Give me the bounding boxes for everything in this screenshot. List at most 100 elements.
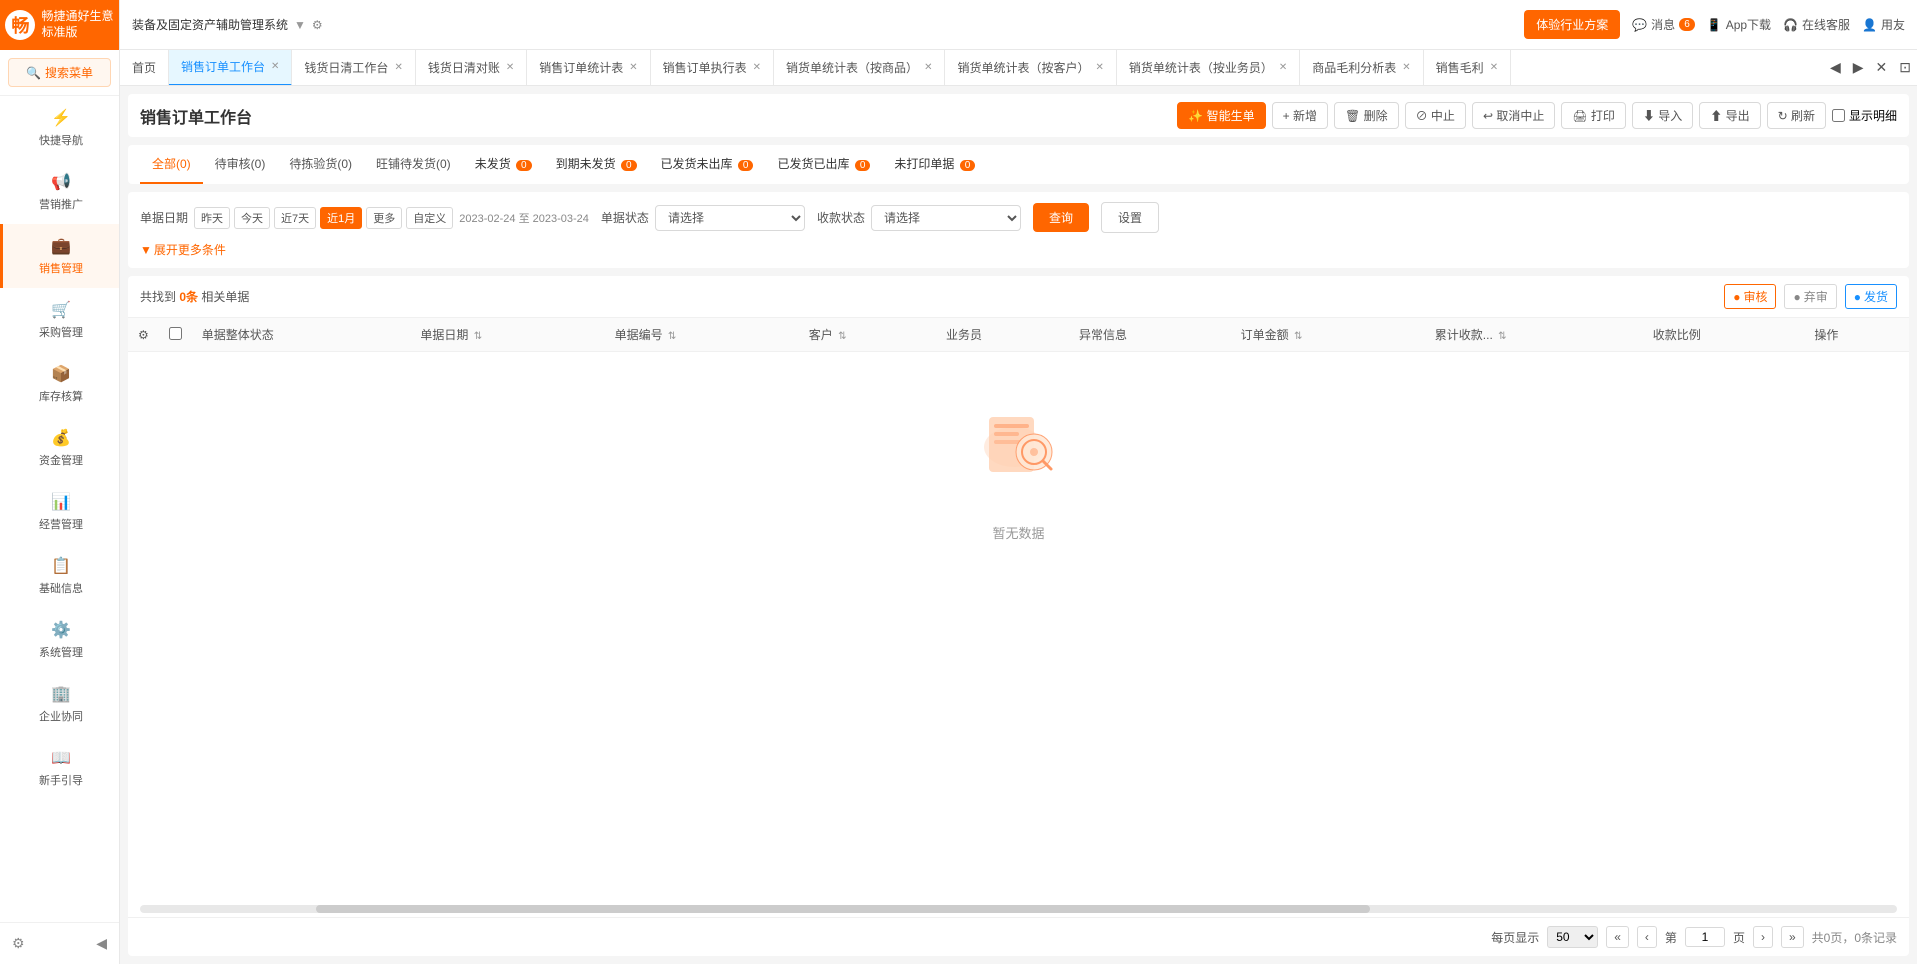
- col-staff[interactable]: 业务员: [936, 318, 1069, 352]
- col-settings[interactable]: ⚙: [128, 318, 159, 352]
- tab-product-margin-close[interactable]: ✕: [1402, 62, 1410, 73]
- sub-tab-shipped-out[interactable]: 已发货已出库 0: [765, 145, 882, 184]
- payment-select[interactable]: 请选择: [871, 205, 1021, 231]
- set-button[interactable]: 设置: [1101, 202, 1159, 233]
- show-detail-label[interactable]: 显示明细: [1832, 107, 1897, 124]
- tab-sales-stats-product-close[interactable]: ✕: [924, 62, 932, 73]
- h-scrollbar[interactable]: [140, 905, 1897, 913]
- sub-tab-shipped-not-out[interactable]: 已发货未出库 0: [649, 145, 766, 184]
- tab-expand-btn[interactable]: ⊡: [1893, 55, 1917, 80]
- tab-sales-stats-customer-close[interactable]: ✕: [1095, 62, 1103, 73]
- status-select[interactable]: 请选择: [655, 205, 805, 231]
- tab-sales-order-stats[interactable]: 销售订单统计表 ✕: [527, 50, 650, 86]
- search-menu-button[interactable]: 🔍 搜索菜单: [8, 58, 111, 87]
- user-item[interactable]: 👤 用友: [1862, 16, 1905, 33]
- tab-sales-order-exec-close[interactable]: ✕: [753, 62, 761, 73]
- tab-sales-order-exec[interactable]: 销售订单执行表 ✕: [651, 50, 774, 86]
- add-btn[interactable]: + 新增: [1272, 102, 1328, 129]
- sub-tab-all[interactable]: 全部(0): [140, 145, 203, 184]
- sidebar-item-sales[interactable]: 💼 销售管理: [0, 224, 119, 288]
- tab-close-all-btn[interactable]: ✕: [1870, 55, 1894, 80]
- tab-sales-stats-product[interactable]: 销货单统计表（按商品） ✕: [774, 50, 945, 86]
- date-btn-1month[interactable]: 近1月: [320, 207, 362, 229]
- sidebar-item-purchase[interactable]: 🛒 采购管理: [0, 288, 119, 352]
- tab-sales-stats-staff-close[interactable]: ✕: [1279, 62, 1287, 73]
- sub-tab-not-printed[interactable]: 未打印单据 0: [882, 145, 987, 184]
- tab-sales-stats-customer[interactable]: 销货单统计表（按客户） ✕: [945, 50, 1116, 86]
- print-btn[interactable]: 🖨 打印: [1561, 102, 1626, 129]
- tab-sales-order-workbench[interactable]: 销售订单工作台 ✕: [169, 50, 292, 86]
- col-number[interactable]: 单据编号 ⇅: [605, 318, 799, 352]
- ship-btn[interactable]: ● 发货: [1845, 284, 1897, 309]
- sub-tab-pending-goods[interactable]: 待拣验货(0): [277, 145, 364, 184]
- sidebar-item-system[interactable]: ⚙️ 系统管理: [0, 608, 119, 672]
- col-date[interactable]: 单据日期 ⇅: [410, 318, 604, 352]
- show-detail-checkbox[interactable]: [1832, 109, 1845, 122]
- page-size-select[interactable]: 50 10 20 100: [1547, 926, 1598, 948]
- tab-cash-reconcile-close[interactable]: ✕: [506, 62, 514, 73]
- first-page-btn[interactable]: «: [1606, 926, 1629, 948]
- sidebar-item-finance[interactable]: 💰 资金管理: [0, 416, 119, 480]
- col-checkbox[interactable]: [159, 318, 192, 352]
- tab-sales-order-workbench-close[interactable]: ✕: [271, 61, 279, 72]
- date-btn-custom[interactable]: 自定义: [406, 207, 453, 229]
- sub-tab-pending-review[interactable]: 待审核(0): [203, 145, 278, 184]
- tab-cash-daily[interactable]: 钱货日清工作台 ✕: [292, 50, 415, 86]
- sub-tabs: 全部(0) 待审核(0) 待拣验货(0) 旺铺待发货(0) 未发货 0 到期未发…: [128, 145, 1909, 184]
- tab-home[interactable]: 首页: [120, 50, 169, 86]
- sidebar-item-marketing[interactable]: 📢 营销推广: [0, 160, 119, 224]
- cancel-review-btn[interactable]: ● 弃审: [1784, 284, 1836, 309]
- export-btn[interactable]: ⬆ 导出: [1699, 102, 1760, 129]
- tab-cash-reconcile[interactable]: 钱货日清对账 ✕: [416, 50, 527, 86]
- tab-sales-gross[interactable]: 销售毛利 ✕: [1424, 50, 1511, 86]
- sidebar-item-base-info[interactable]: 📋 基础信息: [0, 544, 119, 608]
- last-page-btn[interactable]: »: [1781, 926, 1804, 948]
- tab-sales-stats-staff-label: 销货单统计表（按业务员）: [1129, 59, 1273, 76]
- sub-tab-wangpu[interactable]: 旺铺待发货(0): [364, 145, 463, 184]
- col-amount[interactable]: 订单金额 ⇅: [1231, 318, 1425, 352]
- cancel-stop-btn[interactable]: ↩ 取消中止: [1472, 102, 1555, 129]
- tab-sales-gross-close[interactable]: ✕: [1490, 62, 1498, 73]
- date-btn-7days[interactable]: 近7天: [274, 207, 316, 229]
- sidebar-item-guide[interactable]: 📖 新手引导: [0, 736, 119, 800]
- settings-icon[interactable]: ⚙: [312, 18, 323, 32]
- prev-page-btn[interactable]: ‹: [1637, 926, 1657, 948]
- review-btn[interactable]: ● 审核: [1724, 284, 1776, 309]
- tab-product-margin[interactable]: 商品毛利分析表 ✕: [1300, 50, 1423, 86]
- industry-btn[interactable]: 体验行业方案: [1524, 10, 1620, 39]
- import-btn[interactable]: ⬇ 导入: [1632, 102, 1693, 129]
- sidebar-item-operations[interactable]: 📊 经营管理: [0, 480, 119, 544]
- stop-btn[interactable]: ⊘ 中止: [1405, 102, 1466, 129]
- date-btn-more[interactable]: 更多: [366, 207, 402, 229]
- collapse-button[interactable]: ◀: [92, 931, 111, 956]
- tab-next-btn[interactable]: ▶: [1847, 55, 1870, 80]
- sidebar-item-enterprise[interactable]: 🏢 企业协同: [0, 672, 119, 736]
- app-download-item[interactable]: 📱 App下载: [1707, 16, 1771, 33]
- tab-cash-daily-close[interactable]: ✕: [394, 62, 402, 73]
- tab-sales-order-stats-close[interactable]: ✕: [629, 62, 637, 73]
- tab-sales-stats-staff[interactable]: 销货单统计表（按业务员） ✕: [1117, 50, 1300, 86]
- page-number-input[interactable]: [1685, 927, 1725, 947]
- sub-tab-overdue-not-shipped[interactable]: 到期未发货 0: [544, 145, 649, 184]
- tab-prev-btn[interactable]: ◀: [1824, 55, 1847, 80]
- col-collected[interactable]: 累计收款... ⇅: [1425, 318, 1643, 352]
- sub-tab-not-shipped[interactable]: 未发货 0: [463, 145, 544, 184]
- online-service-item[interactable]: 🎧 在线客服: [1783, 16, 1850, 33]
- select-all-checkbox[interactable]: [169, 327, 182, 340]
- sidebar-nav: ⚡ 快捷导航 📢 营销推广 💼 销售管理 🛒 采购管理 📦 库存核算 💰 资金管…: [0, 96, 119, 922]
- date-btn-yesterday[interactable]: 昨天: [194, 207, 230, 229]
- refresh-btn[interactable]: ↻ 刷新: [1767, 102, 1826, 129]
- col-customer[interactable]: 客户 ⇅: [799, 318, 936, 352]
- expand-conditions-btn[interactable]: ▼ 展开更多条件: [140, 241, 1897, 258]
- query-button[interactable]: 查询: [1033, 203, 1089, 232]
- delete-btn[interactable]: 🗑 删除: [1334, 102, 1399, 129]
- next-page-btn[interactable]: ›: [1753, 926, 1773, 948]
- sidebar-item-quick-nav[interactable]: ⚡ 快捷导航: [0, 96, 119, 160]
- app-icon: 📱: [1707, 18, 1722, 32]
- sidebar-item-inventory[interactable]: 📦 库存核算: [0, 352, 119, 416]
- settings-button[interactable]: ⚙: [8, 931, 29, 956]
- date-btn-today[interactable]: 今天: [234, 207, 270, 229]
- smart-btn[interactable]: ✨ 智能生单: [1177, 102, 1265, 129]
- message-item[interactable]: 💬 消息 6: [1632, 16, 1695, 33]
- h-scrollbar-thumb[interactable]: [316, 905, 1370, 913]
